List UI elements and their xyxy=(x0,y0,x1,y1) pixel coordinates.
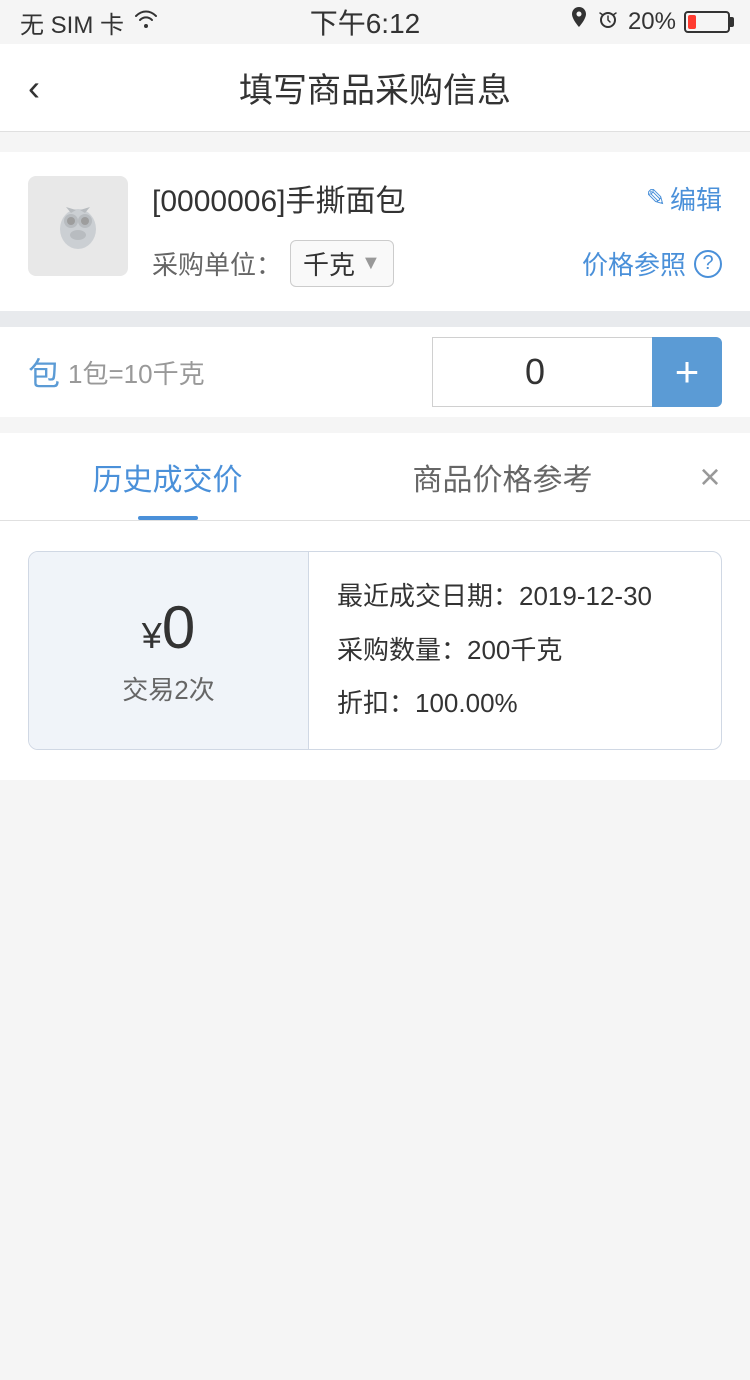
price-amount: ¥0 xyxy=(142,593,195,662)
price-ref-label: 价格参照 xyxy=(582,245,686,282)
edit-icon: ✎ xyxy=(646,184,666,213)
latest-date-value: 2019-12-30 xyxy=(519,581,652,611)
back-button[interactable]: ‹ xyxy=(28,67,40,109)
discount-value: 100.00% xyxy=(415,688,518,718)
discount-label: 折扣： xyxy=(337,688,415,718)
bag-icon: 包 xyxy=(28,349,60,395)
tab-price-reference-label: 商品价格参考 xyxy=(413,455,593,499)
help-icon: ? xyxy=(694,250,722,278)
page-title: 填写商品采购信息 xyxy=(239,63,511,112)
purchase-qty-label: 采购数量： xyxy=(337,635,467,665)
bag-unit-label: 1包=10千克 xyxy=(68,354,205,391)
location-icon xyxy=(570,7,588,38)
carrier-text: 无 SIM 卡 xyxy=(20,5,124,40)
unit-value: 千克 xyxy=(303,245,355,282)
tabs-row: 历史成交价 商品价格参考 × xyxy=(0,433,750,521)
unit-label: 采购单位： xyxy=(152,245,282,282)
latest-date-row: 最近成交日期：2019-12-30 xyxy=(337,576,693,618)
discount-row: 折扣：100.00% xyxy=(337,683,693,725)
purchase-qty-row: 采购数量：200千克 xyxy=(337,630,693,672)
unit-dropdown-arrow: ▼ xyxy=(361,252,381,275)
status-bar: 无 SIM 卡 下午6:12 20% xyxy=(0,0,750,44)
price-reference-button[interactable]: 价格参照 ? xyxy=(582,245,722,282)
unit-select[interactable]: 千克 ▼ xyxy=(290,240,394,287)
price-card: ¥0 交易2次 最近成交日期：2019-12-30 采购数量：200千克 折扣：… xyxy=(28,551,722,750)
bag-info: 包 1包=10千克 xyxy=(28,349,205,395)
section-divider xyxy=(0,311,750,327)
price-card-section: ¥0 交易2次 最近成交日期：2019-12-30 采购数量：200千克 折扣：… xyxy=(0,521,750,780)
page-header: ‹ 填写商品采购信息 xyxy=(0,44,750,132)
latest-date-label: 最近成交日期： xyxy=(337,581,519,611)
edit-button[interactable]: ✎ 编辑 xyxy=(646,180,722,217)
status-right: 20% xyxy=(570,7,730,38)
product-row: [0000006]手撕面包 ✎ 编辑 采购单位： 千克 ▼ 价格参照 ? xyxy=(28,176,722,287)
wifi-icon xyxy=(132,8,160,37)
quantity-input-wrap: + xyxy=(432,337,722,407)
status-left: 无 SIM 卡 xyxy=(20,5,160,40)
bottom-panel: 历史成交价 商品价格参考 × ¥0 交易2次 最近成交日期：2019-12-30… xyxy=(0,433,750,780)
price-card-right: 最近成交日期：2019-12-30 采购数量：200千克 折扣：100.00% xyxy=(309,552,721,749)
tab-price-reference[interactable]: 商品价格参考 xyxy=(335,433,670,520)
product-header-row: [0000006]手撕面包 ✎ 编辑 xyxy=(152,176,722,220)
status-time: 下午6:12 xyxy=(310,2,421,42)
product-info: [0000006]手撕面包 ✎ 编辑 采购单位： 千克 ▼ 价格参照 ? xyxy=(152,176,722,287)
price-card-left: ¥0 交易2次 xyxy=(29,552,309,749)
battery-percent: 20% xyxy=(628,8,676,36)
edit-label: 编辑 xyxy=(670,180,722,217)
quantity-input[interactable] xyxy=(432,337,652,407)
price-currency: ¥ xyxy=(142,615,162,656)
tab-history-price-label: 历史成交价 xyxy=(93,455,243,499)
tab-history-price[interactable]: 历史成交价 xyxy=(0,433,335,520)
price-times: 交易2次 xyxy=(122,670,214,707)
purchase-qty-value: 200千克 xyxy=(467,635,562,665)
quantity-row: 包 1包=10千克 + xyxy=(0,327,750,417)
alarm-icon xyxy=(596,7,620,38)
quantity-plus-button[interactable]: + xyxy=(652,337,722,407)
battery-icon xyxy=(684,11,730,33)
product-name: [0000006]手撕面包 xyxy=(152,176,405,220)
tab-close-button[interactable]: × xyxy=(670,433,750,520)
main-content-area xyxy=(0,780,750,1380)
product-card: [0000006]手撕面包 ✎ 编辑 采购单位： 千克 ▼ 价格参照 ? xyxy=(0,152,750,311)
product-thumbnail xyxy=(28,176,128,276)
price-value: 0 xyxy=(162,594,195,661)
unit-row: 采购单位： 千克 ▼ 价格参照 ? xyxy=(152,240,722,287)
